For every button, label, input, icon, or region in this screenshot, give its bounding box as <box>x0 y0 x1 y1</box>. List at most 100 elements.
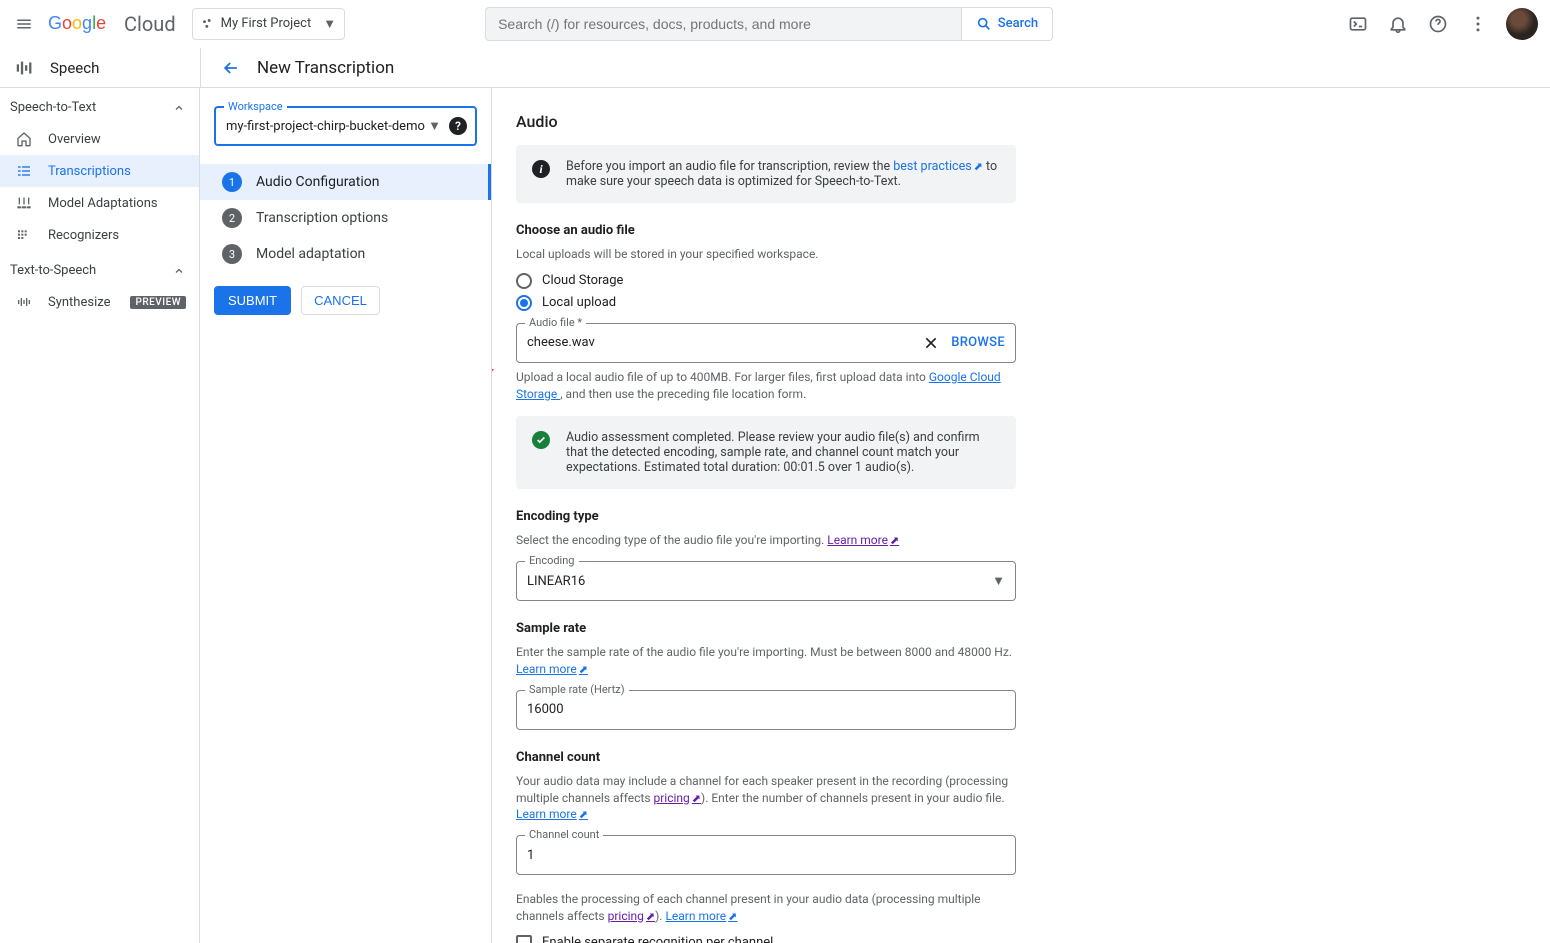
step-audio-configuration[interactable]: 1 Audio Configuration <box>200 164 491 200</box>
upload-hint: Upload a local audio file of up to 400MB… <box>516 369 1016 403</box>
info-icon: i <box>532 160 550 178</box>
search-input-wrap[interactable] <box>485 7 962 41</box>
clear-icon[interactable] <box>923 335 939 351</box>
audio-file-field[interactable]: Audio file * cheese.wav BROWSE <box>516 323 1016 363</box>
external-link-icon: ⬈ <box>692 792 701 805</box>
step-transcription-options[interactable]: 2 Transcription options <box>200 200 491 236</box>
radio-local-upload[interactable]: Local upload <box>516 295 1016 311</box>
learn-more-link[interactable]: Learn more⬈ <box>665 909 737 923</box>
sidebar-section-stt[interactable]: Speech-to-Text <box>0 88 199 123</box>
recognizers-icon <box>14 227 34 243</box>
logo-cloud-text: Cloud <box>124 12 176 36</box>
radio-cloud-storage[interactable]: Cloud Storage <box>516 273 1016 289</box>
stepper-column: Workspace my-first-project-chirp-bucket-… <box>200 88 492 943</box>
back-arrow-icon[interactable] <box>221 58 241 78</box>
sidebar-item-model-adaptations[interactable]: Model Adaptations <box>0 187 199 219</box>
search-input[interactable] <box>498 16 949 32</box>
audio-heading: Audio <box>516 112 1016 131</box>
help-tooltip-icon[interactable]: ? <box>449 117 467 135</box>
google-cloud-logo[interactable]: Google Cloud <box>48 12 176 36</box>
step-model-adaptation[interactable]: 3 Model adaptation <box>200 236 491 272</box>
project-name: My First Project <box>221 16 312 31</box>
separate-recognition-hint: Enables the processing of each channel p… <box>516 891 1016 925</box>
avatar[interactable] <box>1506 8 1538 40</box>
sidebar-item-label: Recognizers <box>48 228 119 243</box>
sidebar-item-synthesize[interactable]: Synthesize PREVIEW <box>0 286 199 318</box>
workspace-label: Workspace <box>224 100 287 113</box>
field-label: Encoding <box>525 554 579 567</box>
sidebar-section-tts[interactable]: Text-to-Speech <box>0 251 199 286</box>
encoding-select[interactable]: Encoding LINEAR16 ▼ <box>516 561 1016 601</box>
checkbox-label: Enable separate recognition per channel. <box>542 935 777 943</box>
workspace-value: my-first-project-chirp-bucket-demo <box>226 119 425 134</box>
search-bar: Search <box>485 7 1053 41</box>
svg-text:Google: Google <box>48 13 106 33</box>
sidebar-section-label: Speech-to-Text <box>10 100 96 115</box>
radio-icon <box>516 273 532 289</box>
choose-audio-heading: Choose an audio file <box>516 223 1016 238</box>
top-bar: Google Cloud My First Project ▼ Search <box>0 0 1550 48</box>
home-icon <box>14 131 34 147</box>
hamburger-menu-icon[interactable] <box>12 12 36 36</box>
field-label: Channel count <box>525 828 603 841</box>
encoding-hint: Select the encoding type of the audio fi… <box>516 532 1016 549</box>
step-label: Model adaptation <box>256 246 365 262</box>
pricing-link[interactable]: pricing⬈ <box>654 791 702 805</box>
separate-recognition-checkbox-row[interactable]: Enable separate recognition per channel. <box>516 935 1016 943</box>
workspace-select[interactable]: Workspace my-first-project-chirp-bucket-… <box>214 106 477 146</box>
cloud-shell-icon[interactable] <box>1346 12 1370 36</box>
content-area: Audio i Before you import an audio file … <box>492 88 1550 943</box>
learn-more-link[interactable]: Learn more⬈ <box>516 662 588 676</box>
assessment-text: Audio assessment completed. Please revie… <box>566 430 1000 475</box>
external-link-icon: ⬈ <box>579 808 588 821</box>
search-button[interactable]: Search <box>962 7 1053 41</box>
external-link-icon: ⬈ <box>974 160 983 173</box>
search-button-label: Search <box>998 16 1038 31</box>
sub-header: Speech New Transcription <box>0 48 1550 88</box>
list-icon <box>14 163 34 179</box>
preview-badge: PREVIEW <box>130 296 186 309</box>
sample-rate-field[interactable]: Sample rate (Hertz) 16000 <box>516 690 1016 730</box>
audio-assessment-box: Audio assessment completed. Please revie… <box>516 416 1016 489</box>
cancel-button[interactable]: CANCEL <box>301 286 380 315</box>
step-number: 1 <box>222 172 242 192</box>
pricing-link[interactable]: pricing⬈ <box>608 909 656 923</box>
sidebar-item-recognizers[interactable]: Recognizers <box>0 219 199 251</box>
channel-count-hint: Your audio data may include a channel fo… <box>516 773 1016 823</box>
main-layout: Speech-to-Text Overview Transcriptions M… <box>0 88 1550 943</box>
submit-button[interactable]: SUBMIT <box>214 286 291 315</box>
browse-button[interactable]: BROWSE <box>951 335 1005 350</box>
sample-rate-value: 16000 <box>527 702 1005 717</box>
channel-count-field[interactable]: Channel count 1 <box>516 835 1016 875</box>
chevron-up-icon <box>173 265 185 277</box>
page-title: New Transcription <box>257 58 394 78</box>
sidebar-item-overview[interactable]: Overview <box>0 123 199 155</box>
audio-file-value: cheese.wav <box>527 335 923 350</box>
learn-more-link[interactable]: Learn more⬈ <box>827 533 899 547</box>
learn-more-link[interactable]: Learn more⬈ <box>516 807 588 821</box>
topbar-right <box>1346 8 1538 40</box>
speech-product-icon <box>14 57 36 79</box>
more-vert-icon[interactable] <box>1466 12 1490 36</box>
synthesize-icon <box>14 294 34 310</box>
project-picker[interactable]: My First Project ▼ <box>192 8 346 40</box>
info-text-pre: Before you import an audio file for tran… <box>566 159 893 174</box>
sidebar-item-label: Transcriptions <box>48 164 131 179</box>
notifications-icon[interactable] <box>1386 12 1410 36</box>
sidebar-item-label: Overview <box>48 132 101 147</box>
external-link-icon: ⬈ <box>646 910 655 923</box>
sidebar-item-label: Model Adaptations <box>48 196 158 211</box>
help-icon[interactable] <box>1426 12 1450 36</box>
sample-rate-hint: Enter the sample rate of the audio file … <box>516 644 1016 678</box>
field-label: Audio file * <box>525 316 586 329</box>
channel-count-heading: Channel count <box>516 750 1016 765</box>
chevron-down-icon: ▼ <box>323 16 336 32</box>
encoding-value: LINEAR16 <box>527 574 992 589</box>
radio-label: Local upload <box>542 295 616 310</box>
step-number: 3 <box>222 244 242 264</box>
sidebar-section-label: Text-to-Speech <box>10 263 96 278</box>
annotation-arrow-icon <box>492 364 500 394</box>
checkbox-icon[interactable] <box>516 935 532 943</box>
best-practices-link[interactable]: best practices⬈ <box>893 159 983 174</box>
sidebar-item-transcriptions[interactable]: Transcriptions <box>0 155 199 187</box>
